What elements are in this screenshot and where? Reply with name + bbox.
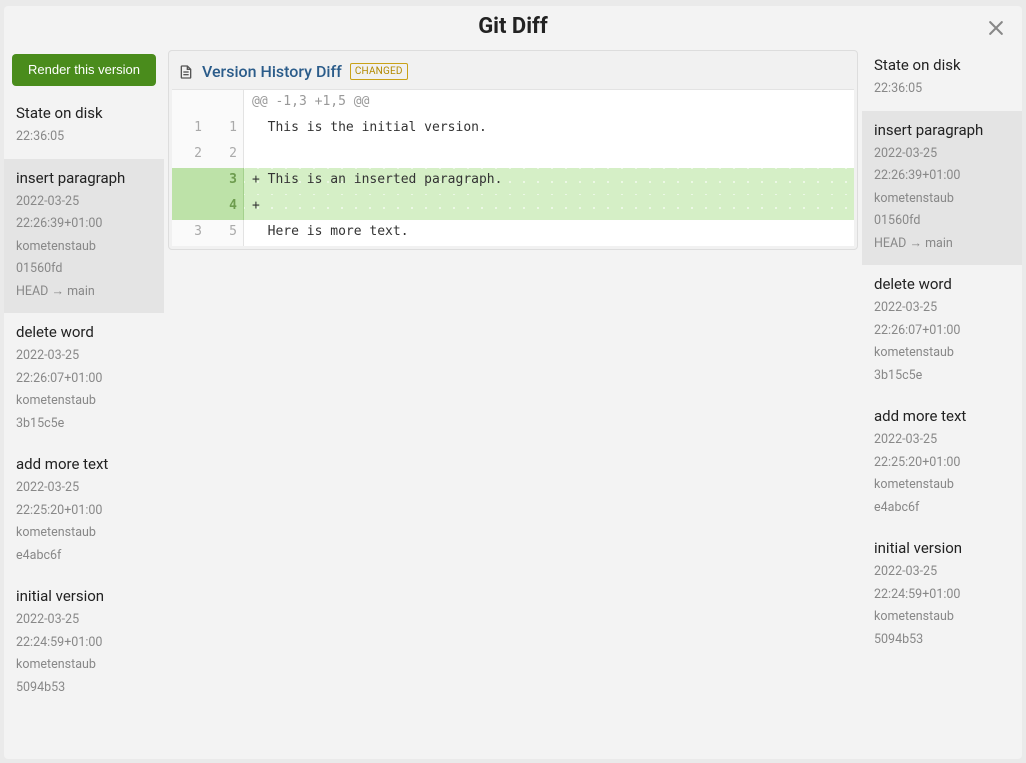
gutter-new: 1 (208, 116, 244, 142)
gutter-old (172, 194, 208, 220)
modal-header: Git Diff (4, 6, 1022, 46)
diff-row-ctx: 11 This is the initial version. (172, 116, 854, 142)
version-meta: 2022-03-25 (874, 297, 1010, 320)
diff-row-ctx: 22 (172, 142, 854, 168)
version-meta: 22:25:20+01:00 (16, 500, 152, 523)
gutter-new: 3 (208, 168, 244, 194)
line-content: This is the initial version. (244, 116, 854, 142)
version-meta: 22:25:20+01:00 (874, 452, 1010, 475)
version-meta: kometenstaub (874, 474, 1010, 497)
git-diff-modal: Git Diff Render this version State on di… (4, 6, 1022, 759)
right-version-list: State on disk 22:36:05 insert paragraph 202… (862, 46, 1022, 759)
right-version-item[interactable]: delete word 2022-03-2522:26:07+01:00komet… (862, 265, 1022, 397)
version-meta: 01560fd (16, 258, 152, 281)
gutter-old: 1 (172, 116, 208, 142)
version-meta: 22:24:59+01:00 (874, 584, 1010, 607)
version-title: add more text (16, 455, 152, 473)
version-title: delete word (16, 323, 152, 341)
version-meta: 2022-03-25 (874, 143, 1010, 166)
close-icon (986, 18, 1006, 38)
gutter-new: 2 (208, 142, 244, 168)
right-versions-container: State on disk 22:36:05 insert paragraph 202… (862, 46, 1022, 661)
version-meta: 2022-03-25 (16, 345, 152, 368)
diff-row-add: 4+ (172, 194, 854, 220)
version-meta: 22:26:39+01:00 (874, 165, 1010, 188)
version-meta: 2022-03-25 (874, 561, 1010, 584)
left-version-item[interactable]: insert paragraph 2022-03-2522:26:39+01:00… (4, 159, 164, 314)
version-meta: 3b15c5e (874, 365, 1010, 388)
left-version-list: Render this version State on disk 22:36:0… (4, 46, 164, 759)
version-title: add more text (874, 407, 1010, 425)
modal-body: Render this version State on disk 22:36:0… (4, 46, 1022, 759)
version-title: initial version (874, 539, 1010, 557)
version-title: State on disk (874, 56, 1010, 74)
version-meta: 22:36:05 (874, 78, 1010, 101)
version-meta: HEAD → main (874, 233, 1010, 256)
version-meta: kometenstaub (874, 606, 1010, 629)
diff-row-add: 3+ This is an inserted paragraph. (172, 168, 854, 194)
version-meta: e4abc6f (874, 497, 1010, 520)
diff-file-title: Version History Diff (202, 62, 342, 81)
version-title: insert paragraph (16, 169, 152, 187)
version-meta: kometenstaub (16, 522, 152, 545)
version-title: initial version (16, 587, 152, 605)
version-meta: 01560fd (874, 210, 1010, 233)
gutter-old (172, 168, 208, 194)
file-icon (178, 64, 194, 80)
version-title: delete word (874, 275, 1010, 293)
close-button[interactable] (984, 16, 1008, 40)
version-meta: kometenstaub (16, 654, 152, 677)
gutter-old: 2 (172, 142, 208, 168)
version-meta: e4abc6f (16, 545, 152, 568)
diff-row-hunk: @@ -1,3 +1,5 @@ (172, 90, 854, 116)
version-title: insert paragraph (874, 121, 1010, 139)
left-version-item[interactable]: add more text 2022-03-2522:25:20+01:00kom… (4, 445, 164, 577)
gutter-new: 4 (208, 194, 244, 220)
left-versions-container: State on disk 22:36:05 insert paragraph 202… (4, 94, 164, 709)
right-version-item[interactable]: insert paragraph 2022-03-2522:26:39+01:00… (862, 111, 1022, 266)
changed-badge: CHANGED (350, 63, 408, 80)
left-version-item[interactable]: State on disk 22:36:05 (4, 94, 164, 159)
right-version-item[interactable]: initial version 2022-03-2522:24:59+01:00k… (862, 529, 1022, 661)
version-meta: 3b15c5e (16, 413, 152, 436)
version-meta: 2022-03-25 (874, 429, 1010, 452)
gutter-old (172, 90, 208, 116)
line-content: Here is more text. (244, 220, 854, 246)
version-meta: kometenstaub (874, 188, 1010, 211)
version-meta: 2022-03-25 (16, 477, 152, 500)
left-version-item[interactable]: delete word 2022-03-2522:26:07+01:00komet… (4, 313, 164, 445)
diff-row-ctx: 35 Here is more text. (172, 220, 854, 246)
gutter-old: 3 (172, 220, 208, 246)
version-meta: 22:36:05 (16, 126, 152, 149)
version-meta: 5094b53 (874, 629, 1010, 652)
diff-header: Version History Diff CHANGED (172, 54, 854, 89)
line-content: + (244, 194, 854, 220)
modal-title: Git Diff (478, 14, 548, 39)
right-version-item[interactable]: add more text 2022-03-2522:25:20+01:00kom… (862, 397, 1022, 529)
line-content (244, 142, 854, 168)
version-meta: 5094b53 (16, 677, 152, 700)
line-content: @@ -1,3 +1,5 @@ (244, 90, 854, 116)
left-version-item[interactable]: initial version 2022-03-2522:24:59+01:00k… (4, 577, 164, 709)
gutter-new (208, 90, 244, 116)
version-meta: 2022-03-25 (16, 191, 152, 214)
render-version-button[interactable]: Render this version (12, 54, 156, 86)
right-version-item[interactable]: State on disk 22:36:05 (862, 46, 1022, 111)
version-meta: 2022-03-25 (16, 609, 152, 632)
version-meta: 22:26:07+01:00 (874, 320, 1010, 343)
diff-body: @@ -1,3 +1,5 @@11 This is the initial ve… (172, 89, 854, 246)
version-meta: kometenstaub (16, 390, 152, 413)
gutter-new: 5 (208, 220, 244, 246)
diff-panel: Version History Diff CHANGED @@ -1,3 +1,… (164, 46, 862, 759)
version-meta: kometenstaub (874, 342, 1010, 365)
version-meta: kometenstaub (16, 236, 152, 259)
version-meta: 22:26:39+01:00 (16, 213, 152, 236)
line-content: + This is an inserted paragraph. (244, 168, 854, 194)
diff-card: Version History Diff CHANGED @@ -1,3 +1,… (168, 50, 858, 250)
version-meta: 22:26:07+01:00 (16, 368, 152, 391)
version-meta: HEAD → main (16, 281, 152, 304)
version-meta: 22:24:59+01:00 (16, 632, 152, 655)
version-title: State on disk (16, 104, 152, 122)
